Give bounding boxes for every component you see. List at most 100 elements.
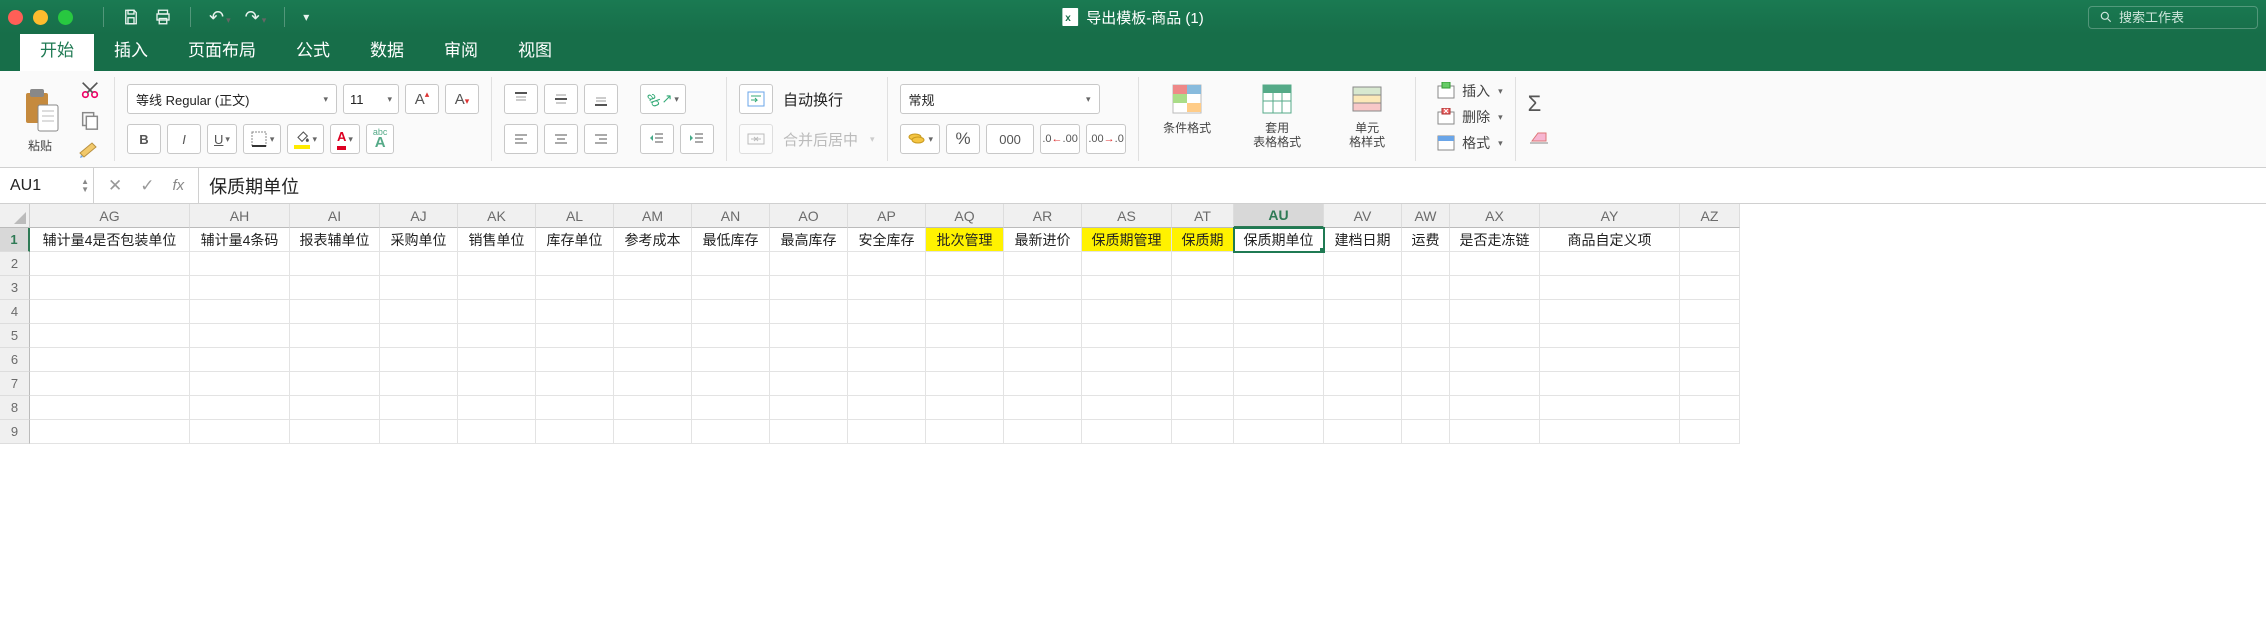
cell[interactable] xyxy=(536,372,614,396)
cell[interactable] xyxy=(190,420,290,444)
namebox-down-icon[interactable]: ▼ xyxy=(81,186,89,194)
column-header[interactable]: AK xyxy=(458,204,536,228)
confirm-edit-icon[interactable]: ✓ xyxy=(140,176,154,196)
cell[interactable] xyxy=(1402,348,1450,372)
cell[interactable] xyxy=(30,300,190,324)
cell[interactable] xyxy=(30,252,190,276)
cell[interactable] xyxy=(1172,324,1234,348)
cell[interactable] xyxy=(1082,348,1172,372)
cell[interactable] xyxy=(770,348,848,372)
cell[interactable] xyxy=(1324,252,1402,276)
cell[interactable] xyxy=(692,420,770,444)
cell[interactable] xyxy=(1680,228,1740,252)
select-all-corner[interactable] xyxy=(0,204,30,228)
cell[interactable] xyxy=(614,300,692,324)
merge-center-icon[interactable] xyxy=(739,124,773,154)
column-header[interactable]: AR xyxy=(1004,204,1082,228)
cell[interactable] xyxy=(30,396,190,420)
cell[interactable]: 采购单位 xyxy=(380,228,458,252)
cell[interactable] xyxy=(30,324,190,348)
cell[interactable] xyxy=(1402,420,1450,444)
cell[interactable] xyxy=(458,300,536,324)
cell[interactable] xyxy=(380,276,458,300)
cell[interactable] xyxy=(1680,372,1740,396)
cell[interactable] xyxy=(1172,372,1234,396)
cell[interactable] xyxy=(1172,396,1234,420)
fx-icon[interactable]: fx xyxy=(173,177,185,194)
cell[interactable]: 最高库存 xyxy=(770,228,848,252)
decrease-indent-icon[interactable] xyxy=(640,124,674,154)
cell[interactable] xyxy=(190,324,290,348)
cell[interactable] xyxy=(926,396,1004,420)
cell[interactable] xyxy=(536,276,614,300)
column-header[interactable]: AN xyxy=(692,204,770,228)
column-header[interactable]: AJ xyxy=(380,204,458,228)
cell[interactable] xyxy=(1540,372,1680,396)
cell[interactable] xyxy=(290,372,380,396)
cell[interactable] xyxy=(1172,276,1234,300)
cell[interactable] xyxy=(692,276,770,300)
cell[interactable] xyxy=(1324,276,1402,300)
cell[interactable] xyxy=(1004,396,1082,420)
cell[interactable] xyxy=(380,252,458,276)
cell[interactable] xyxy=(536,300,614,324)
cell[interactable] xyxy=(1450,324,1540,348)
align-left-icon[interactable] xyxy=(504,124,538,154)
cell[interactable] xyxy=(1004,300,1082,324)
column-header[interactable]: AL xyxy=(536,204,614,228)
cell[interactable] xyxy=(848,372,926,396)
cell[interactable] xyxy=(190,372,290,396)
cell[interactable] xyxy=(1324,396,1402,420)
cell[interactable] xyxy=(458,324,536,348)
number-format-select[interactable]: 常规▾ xyxy=(900,84,1100,114)
cell[interactable] xyxy=(458,276,536,300)
cell[interactable] xyxy=(1680,276,1740,300)
align-bottom-icon[interactable] xyxy=(584,84,618,114)
cell[interactable] xyxy=(1172,420,1234,444)
font-size-select[interactable]: 11▾ xyxy=(343,84,399,114)
cell[interactable] xyxy=(1540,396,1680,420)
insert-cells-button[interactable]: 插入▾ xyxy=(1436,81,1503,101)
cell[interactable] xyxy=(290,396,380,420)
cell[interactable] xyxy=(190,396,290,420)
comma-style-button[interactable]: 000 xyxy=(986,124,1034,154)
cell[interactable] xyxy=(614,372,692,396)
format-cells-button[interactable]: 格式▾ xyxy=(1436,133,1503,153)
column-header[interactable]: AG xyxy=(30,204,190,228)
cell[interactable] xyxy=(536,396,614,420)
cell[interactable]: 运费 xyxy=(1402,228,1450,252)
cell[interactable] xyxy=(1402,372,1450,396)
cell[interactable] xyxy=(926,252,1004,276)
cell[interactable]: 最低库存 xyxy=(692,228,770,252)
clear-icon[interactable] xyxy=(1528,127,1550,147)
sheet-search-box[interactable] xyxy=(2088,6,2258,29)
cell[interactable]: 参考成本 xyxy=(614,228,692,252)
cell[interactable]: 保质期 xyxy=(1172,228,1234,252)
cell-styles-button[interactable]: 单元 格样式 xyxy=(1331,81,1403,150)
cell[interactable] xyxy=(458,396,536,420)
cell[interactable] xyxy=(536,324,614,348)
column-header[interactable]: AS xyxy=(1082,204,1172,228)
cell[interactable] xyxy=(190,348,290,372)
cell[interactable] xyxy=(848,348,926,372)
cell[interactable] xyxy=(1680,420,1740,444)
conditional-format-button[interactable]: 条件格式 xyxy=(1151,81,1223,135)
qat-customize-icon[interactable]: ▾ xyxy=(303,10,309,24)
cell[interactable] xyxy=(1082,300,1172,324)
cell[interactable] xyxy=(1540,348,1680,372)
cell[interactable] xyxy=(290,324,380,348)
row-header[interactable]: 1 xyxy=(0,228,30,252)
cell[interactable] xyxy=(380,324,458,348)
cell[interactable] xyxy=(1324,348,1402,372)
cell[interactable] xyxy=(1540,324,1680,348)
cell[interactable] xyxy=(926,348,1004,372)
cell[interactable] xyxy=(1450,300,1540,324)
save-icon[interactable] xyxy=(122,8,140,26)
column-header[interactable]: AV xyxy=(1324,204,1402,228)
increase-font-icon[interactable]: A▴ xyxy=(405,84,439,114)
cell[interactable] xyxy=(380,396,458,420)
cell[interactable] xyxy=(926,324,1004,348)
cell[interactable] xyxy=(1540,420,1680,444)
cell[interactable] xyxy=(926,300,1004,324)
cell[interactable] xyxy=(1082,276,1172,300)
